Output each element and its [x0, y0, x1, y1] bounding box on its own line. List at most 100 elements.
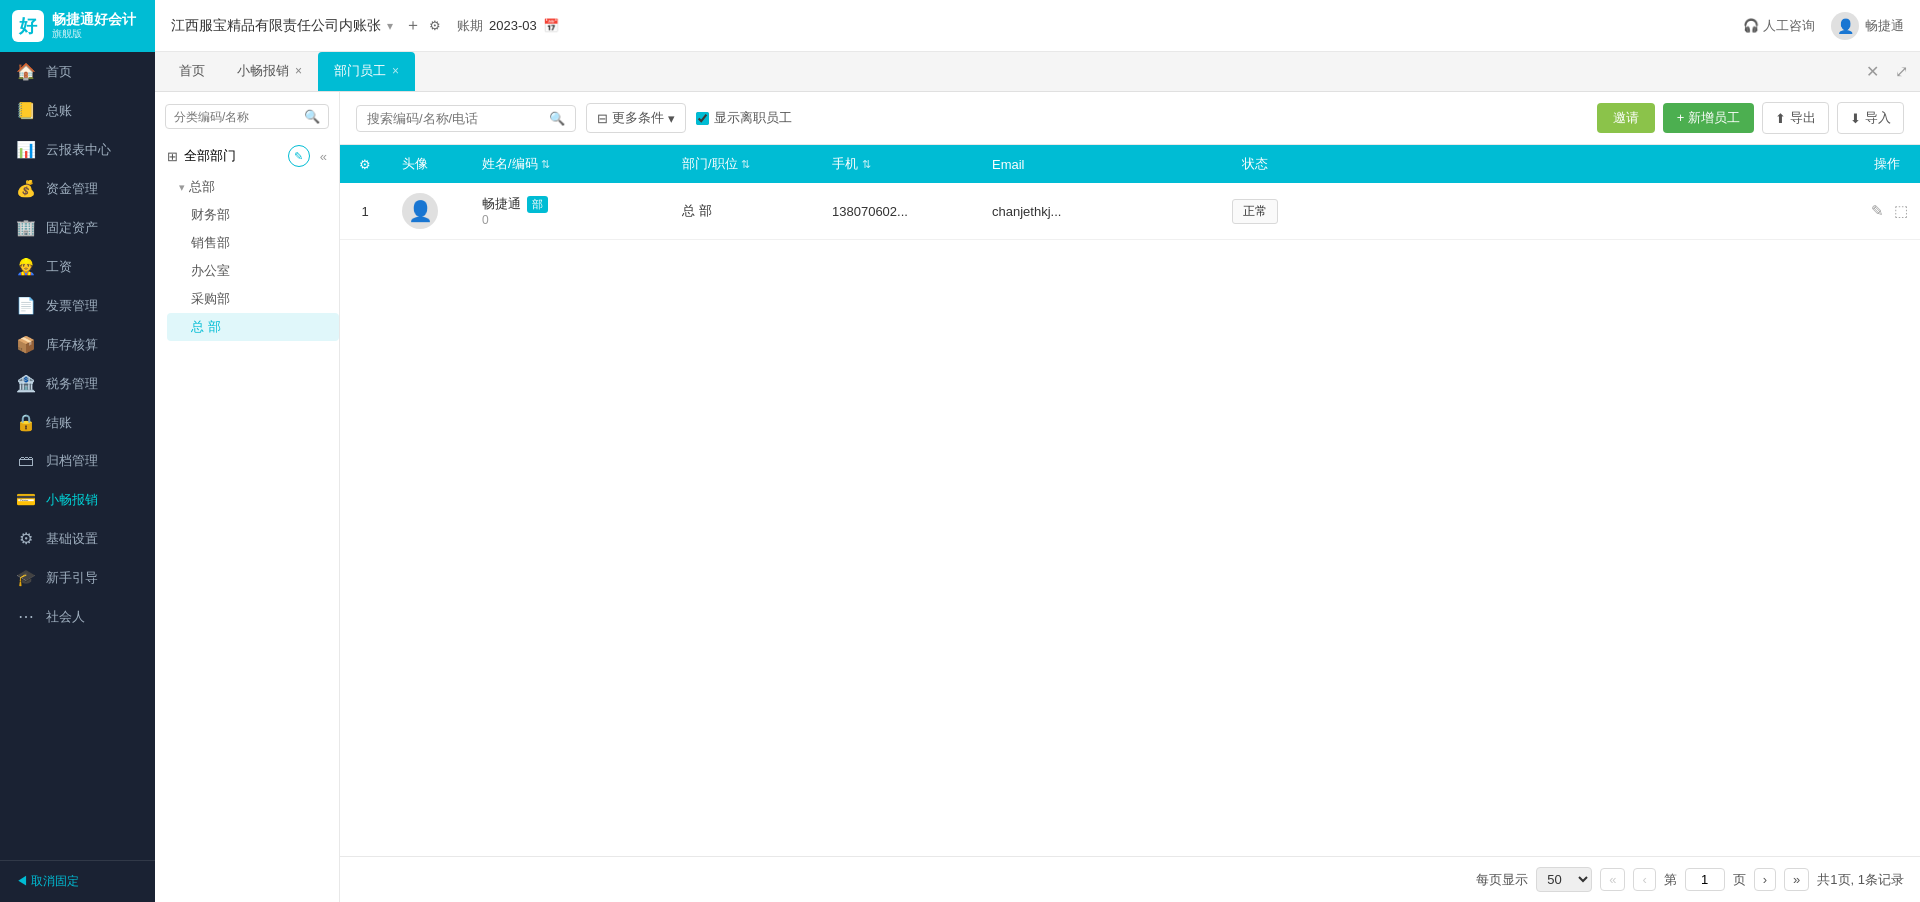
sidebar-item-archive[interactable]: 🗃 归档管理: [0, 442, 155, 480]
show-resigned-checkbox[interactable]: 显示离职员工: [696, 109, 792, 127]
col-dept[interactable]: 部门/职位 ⇅: [670, 145, 820, 183]
company-selector[interactable]: 江西服宝精品有限责任公司内账张 ▾: [171, 17, 393, 35]
more-filters-button[interactable]: ⊟ 更多条件 ▾: [586, 103, 686, 133]
phone-sort-icon: ⇅: [862, 158, 871, 170]
row-email-cell: chanjethkj...: [980, 183, 1180, 240]
username-label: 畅捷通: [1865, 17, 1904, 35]
service-label: 人工咨询: [1763, 17, 1815, 35]
import-icon: ⬇: [1850, 111, 1861, 126]
invite-button[interactable]: 邀请: [1597, 103, 1655, 133]
dept-parent-general[interactable]: 总部: [167, 173, 339, 201]
calendar-icon[interactable]: 📅: [543, 18, 559, 33]
sidebar-item-tax[interactable]: 🏦 税务管理: [0, 364, 155, 403]
period-value: 2023-03: [489, 18, 537, 33]
first-page-button[interactable]: «: [1600, 868, 1625, 891]
dept-item-purchase[interactable]: 采购部: [167, 285, 339, 313]
dept-sort-icon: ⇅: [741, 158, 750, 170]
dept-item-finance[interactable]: 财务部: [167, 201, 339, 229]
sidebar-item-close-period[interactable]: 🔒 结账: [0, 403, 155, 442]
dept-item-office[interactable]: 办公室: [167, 257, 339, 285]
filter-arrow: ▾: [668, 111, 675, 126]
topbar-settings-icon[interactable]: ⚙: [429, 18, 441, 33]
reports-icon: 📊: [16, 140, 36, 159]
col-phone[interactable]: 手机 ⇅: [820, 145, 980, 183]
logout-employee-button[interactable]: ⬚: [1894, 202, 1908, 220]
sidebar-item-label: 固定资产: [46, 219, 98, 237]
sidebar-item-inventory[interactable]: 📦 库存核算: [0, 325, 155, 364]
export-label: 导出: [1790, 109, 1816, 127]
tab-employees-label: 部门员工: [334, 62, 386, 80]
dept-edit-button[interactable]: ✎: [288, 145, 310, 167]
add-company-button[interactable]: ＋: [405, 15, 421, 36]
dept-label-purchase: 采购部: [191, 291, 230, 306]
pagination: 每页显示 50 10 20 100 « ‹ 第 页 › » 共1页, 1条记录: [340, 856, 1920, 902]
tab-expense[interactable]: 小畅报销 ×: [221, 52, 318, 91]
app-sub: 旗舰版: [52, 27, 136, 41]
sidebar-item-payroll[interactable]: 👷 工资: [0, 247, 155, 286]
topbar: 江西服宝精品有限责任公司内账张 ▾ ＋ ⚙ 账期 2023-03 📅 🎧 人工咨…: [155, 0, 1920, 52]
dept-item-general[interactable]: 总 部: [167, 313, 339, 341]
invoice-icon: 📄: [16, 296, 36, 315]
add-employee-button[interactable]: + 新增员工: [1663, 103, 1754, 133]
page-size-select[interactable]: 50 10 20 100: [1536, 867, 1592, 892]
prev-page-button[interactable]: ‹: [1633, 868, 1655, 891]
export-button[interactable]: ⬆ 导出: [1762, 102, 1829, 134]
company-name: 江西服宝精品有限责任公司内账张: [171, 17, 381, 35]
sidebar-item-more[interactable]: ⋯ 社会人: [0, 597, 155, 636]
sidebar-item-fixed-assets[interactable]: 🏢 固定资产: [0, 208, 155, 247]
period-label: 账期: [457, 17, 483, 35]
show-resigned-input[interactable]: [696, 112, 709, 125]
name-sort-icon: ⇅: [541, 158, 550, 170]
payroll-icon: 👷: [16, 257, 36, 276]
more-icon: ⋯: [16, 607, 36, 626]
avatar: 👤: [402, 193, 438, 229]
tab-employees[interactable]: 部门员工 ×: [318, 52, 415, 91]
col-name-code[interactable]: 姓名/编码 ⇅: [470, 145, 670, 183]
headset-icon: 🎧: [1743, 18, 1759, 33]
dept-label-sales: 销售部: [191, 235, 230, 250]
service-button[interactable]: 🎧 人工咨询: [1743, 17, 1815, 35]
row-status-cell: 正常: [1180, 183, 1330, 240]
sidebar-item-onboarding[interactable]: 🎓 新手引导: [0, 558, 155, 597]
sidebar-item-label: 资金管理: [46, 180, 98, 198]
all-dept-label: 全部部门: [184, 147, 236, 165]
next-page-button[interactable]: ›: [1754, 868, 1776, 891]
emp-toolbar-right: 邀请 + 新增员工 ⬆ 导出 ⬇ 导入: [1597, 102, 1904, 134]
sidebar-item-label: 发票管理: [46, 297, 98, 315]
sidebar-item-assets-mgmt[interactable]: 💰 资金管理: [0, 169, 155, 208]
employee-search-input[interactable]: [367, 111, 543, 126]
tab-home[interactable]: 首页: [163, 52, 221, 91]
unpin-button[interactable]: ◀ 取消固定: [0, 860, 155, 902]
row-avatar-cell: 👤: [390, 183, 470, 240]
dept-item-sales[interactable]: 销售部: [167, 229, 339, 257]
sidebar-item-label: 结账: [46, 414, 72, 432]
sidebar-item-reports[interactable]: 📊 云报表中心: [0, 130, 155, 169]
tab-employees-close[interactable]: ×: [392, 64, 399, 78]
page-number-input[interactable]: [1685, 868, 1725, 891]
sidebar-item-label: 税务管理: [46, 375, 98, 393]
dept-tree: 总部 财务部 销售部 办公室 采购部 总 部: [155, 173, 339, 341]
dept-collapse-button[interactable]: «: [320, 149, 327, 164]
col-settings[interactable]: ⚙: [340, 145, 390, 183]
name-group: 畅捷通 部: [482, 195, 658, 213]
maximize-window-button[interactable]: ⤢: [1891, 58, 1912, 85]
import-button[interactable]: ⬇ 导入: [1837, 102, 1904, 134]
user-menu[interactable]: 👤 畅捷通: [1831, 12, 1904, 40]
sidebar-item-home[interactable]: 🏠 首页: [0, 52, 155, 91]
all-dept-icon: ⊞: [167, 149, 178, 164]
sidebar-item-basic-settings[interactable]: ⚙ 基础设置: [0, 519, 155, 558]
tab-expense-close[interactable]: ×: [295, 64, 302, 78]
col-phone-label: 手机: [832, 156, 858, 171]
dept-search-input[interactable]: [174, 110, 298, 124]
period-display: 账期 2023-03 📅: [457, 17, 559, 35]
last-page-button[interactable]: »: [1784, 868, 1809, 891]
all-departments-header[interactable]: ⊞ 全部部门 ✎ «: [155, 139, 339, 173]
edit-employee-button[interactable]: ✎: [1871, 202, 1884, 220]
avatar: 👤: [1831, 12, 1859, 40]
sidebar-logo: 好 畅捷通好会计 旗舰版: [0, 0, 155, 52]
sidebar-item-invoice[interactable]: 📄 发票管理: [0, 286, 155, 325]
close-window-button[interactable]: ✕: [1862, 58, 1883, 85]
sidebar-item-expense[interactable]: 💳 小畅报销: [0, 480, 155, 519]
sidebar-item-ledger[interactable]: 📒 总账: [0, 91, 155, 130]
sidebar-item-label: 工资: [46, 258, 72, 276]
